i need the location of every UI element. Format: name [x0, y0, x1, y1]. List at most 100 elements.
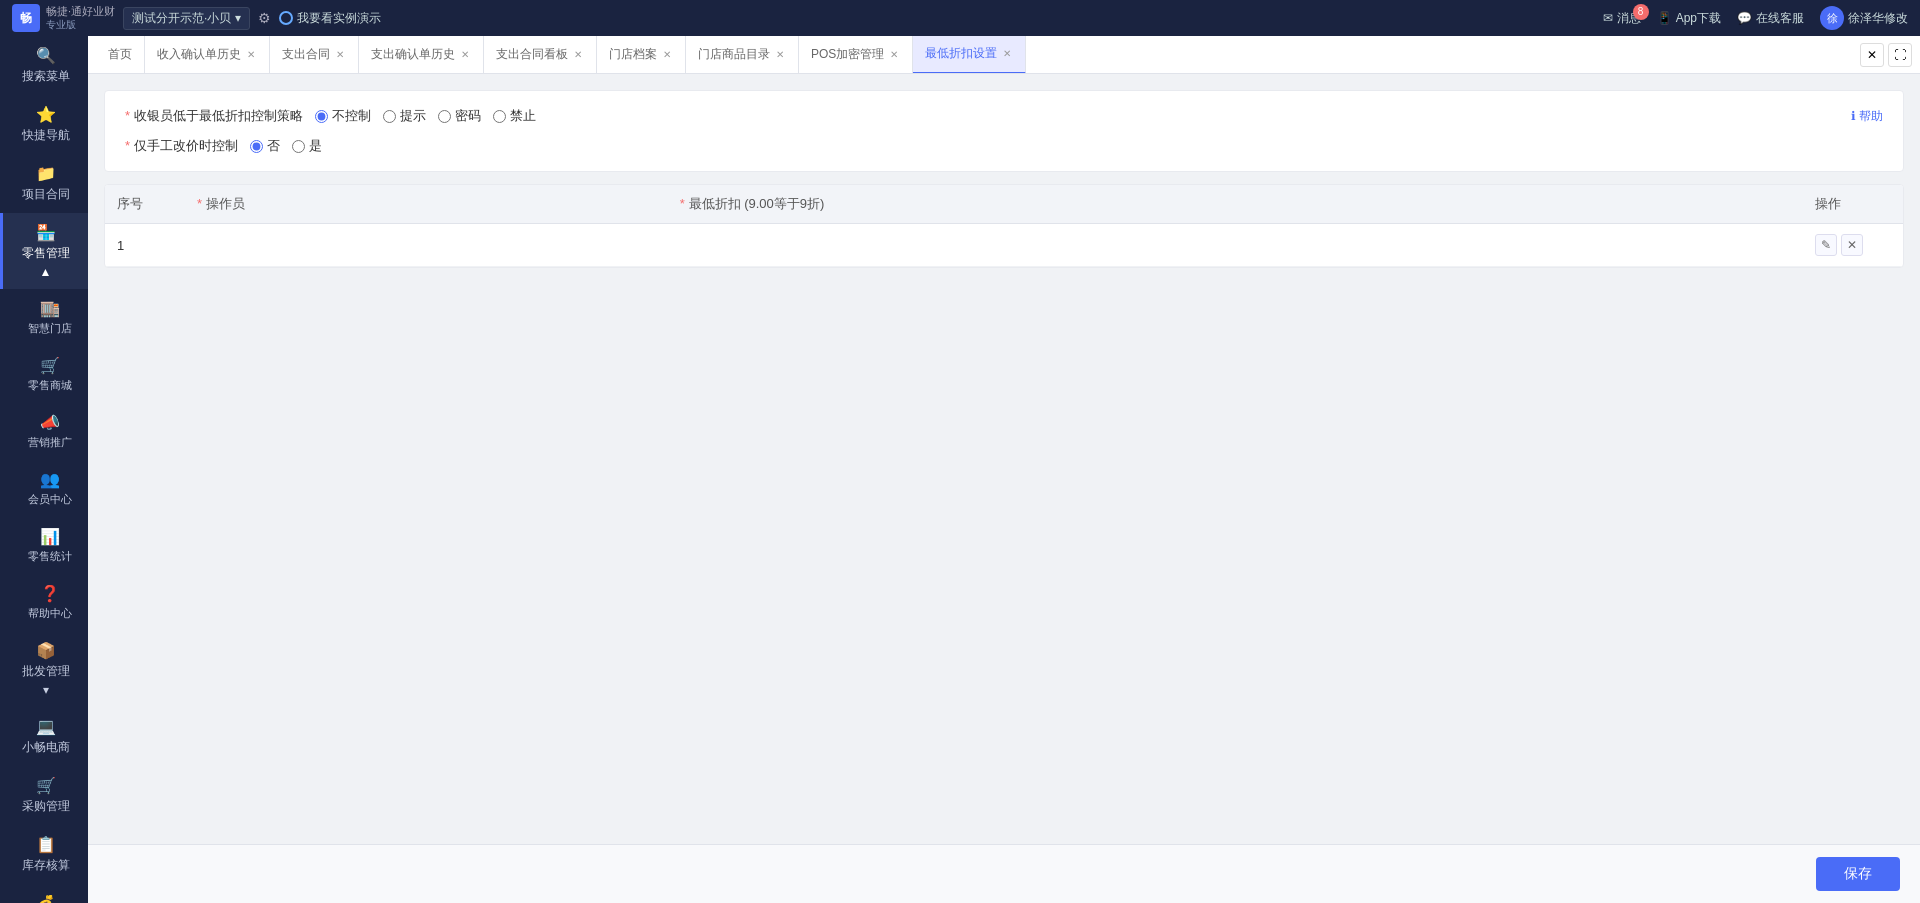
header-right: ✉ 消息 8 📱 App下载 💬 在线客服 徐 徐泽华修改 [1603, 6, 1908, 30]
sidebar-label-batch: 批发管理 [22, 663, 70, 680]
radio-forbidden-input[interactable] [493, 110, 506, 123]
row-delete-btn[interactable]: ✕ [1841, 234, 1863, 256]
sidebar-item-smart-store[interactable]: 🏬 智慧门店 [0, 289, 88, 346]
radio-forbidden[interactable]: 禁止 [493, 107, 536, 125]
service-icon: 💬 [1737, 11, 1752, 25]
cashier-policy-radio-group: 不控制 提示 密码 禁止 [315, 107, 536, 125]
radio-manual-yes-input[interactable] [292, 140, 305, 153]
radio-manual-yes-label: 是 [309, 137, 322, 155]
tab-payment-contract[interactable]: 支出合同 ✕ [270, 36, 359, 74]
help-link-text: 帮助 [1859, 109, 1883, 123]
tab-store-file-close[interactable]: ✕ [661, 48, 673, 61]
sidebar-item-shortcut[interactable]: ⭐ 快捷导航 [0, 95, 88, 154]
radio-manual-yes[interactable]: 是 [292, 137, 322, 155]
sidebar-item-inventory[interactable]: 📋 库存核算 [0, 825, 88, 884]
tab-expand-btn[interactable]: ⛶ [1888, 43, 1912, 67]
tab-income-confirm-close[interactable]: ✕ [245, 48, 257, 61]
tab-min-discount[interactable]: 最低折扣设置 ✕ [913, 36, 1026, 74]
logo-area: 畅 畅捷·通好业财 专业版 [12, 4, 115, 32]
tab-pos-password-label: POS加密管理 [811, 46, 884, 63]
sidebar-item-mall[interactable]: 🛒 零售商城 [0, 346, 88, 403]
tab-min-discount-close[interactable]: ✕ [1001, 47, 1013, 60]
manual-control-radio-group: 否 是 [250, 137, 322, 155]
radio-no-control-label: 不控制 [332, 107, 371, 125]
sidebar-label-inventory: 库存核算 [22, 857, 70, 874]
app-download-btn[interactable]: 📱 App下载 [1657, 10, 1721, 27]
sidebar-item-member[interactable]: 👥 会员中心 [0, 460, 88, 517]
cashier-policy-row: 收银员低于最低折扣控制策略 不控制 提示 密码 [125, 107, 1883, 125]
sidebar-label-ecommerce: 小畅电商 [22, 739, 70, 756]
sidebar-item-finance[interactable]: 💰 资金管理 [0, 884, 88, 903]
user-btn[interactable]: 徐 徐泽华修改 [1820, 6, 1908, 30]
form-section: 收银员低于最低折扣控制策略 不控制 提示 密码 [104, 90, 1904, 172]
project-selector[interactable]: 测试分开示范·小贝 ▾ [123, 7, 250, 30]
avatar: 徐 [1820, 6, 1844, 30]
radio-no-control[interactable]: 不控制 [315, 107, 371, 125]
tab-income-confirm[interactable]: 收入确认单历史 ✕ [145, 36, 270, 74]
project-name: 测试分开示范·小贝 [132, 10, 231, 27]
search-icon: 🔍 [36, 46, 56, 65]
manual-control-label: 仅手工改价时控制 [125, 137, 238, 155]
radio-password-input[interactable] [438, 110, 451, 123]
save-button[interactable]: 保存 [1816, 857, 1900, 891]
tab-bar: 首页 收入确认单历史 ✕ 支出合同 ✕ 支出确认单历史 ✕ 支出合同看板 ✕ 门… [88, 36, 1920, 74]
member-icon: 👥 [40, 470, 60, 489]
cashier-policy-label: 收银员低于最低折扣控制策略 [125, 107, 303, 125]
tab-payment-confirm[interactable]: 支出确认单历史 ✕ [359, 36, 484, 74]
tab-payment-board[interactable]: 支出合同看板 ✕ [484, 36, 597, 74]
purchase-icon: 🛒 [36, 776, 56, 795]
sidebar-item-search[interactable]: 🔍 搜索菜单 [0, 36, 88, 95]
help-link[interactable]: ℹ 帮助 [1851, 108, 1883, 125]
radio-prompt[interactable]: 提示 [383, 107, 426, 125]
demo-link-text: 我要看实例演示 [297, 10, 381, 27]
table-row: 1 ✎ ✕ [105, 224, 1903, 267]
logo-line2: 专业版 [46, 19, 115, 31]
tab-payment-contract-close[interactable]: ✕ [334, 48, 346, 61]
sidebar-item-retail[interactable]: 🏪 零售管理 ▲ [0, 213, 88, 289]
sidebar-label-retail: 零售管理 [22, 245, 70, 262]
tab-pos-password[interactable]: POS加密管理 ✕ [799, 36, 913, 74]
logo-text: 畅捷·通好业财 专业版 [46, 5, 115, 30]
tab-pos-password-close[interactable]: ✕ [888, 48, 900, 61]
radio-prompt-input[interactable] [383, 110, 396, 123]
row-seq: 1 [105, 224, 185, 267]
tab-payment-confirm-label: 支出确认单历史 [371, 46, 455, 63]
sidebar-label-retail-stat: 零售统计 [28, 549, 72, 564]
sidebar-item-batch[interactable]: 📦 批发管理 ▾ [0, 631, 88, 707]
radio-prompt-label: 提示 [400, 107, 426, 125]
sidebar-item-ecommerce[interactable]: 💻 小畅电商 [0, 707, 88, 766]
sidebar-item-help[interactable]: ❓ 帮助中心 [0, 574, 88, 631]
row-actions: ✎ ✕ [1803, 224, 1903, 267]
radio-manual-no[interactable]: 否 [250, 137, 280, 155]
demo-link[interactable]: 我要看实例演示 [279, 10, 381, 27]
radio-no-control-input[interactable] [315, 110, 328, 123]
sidebar-label-shortcut: 快捷导航 [22, 127, 70, 144]
tab-payment-board-close[interactable]: ✕ [572, 48, 584, 61]
inventory-icon: 📋 [36, 835, 56, 854]
sidebar-item-retail-stat[interactable]: 📊 零售统计 [0, 517, 88, 574]
sidebar-item-project[interactable]: 📁 项目合同 [0, 154, 88, 213]
message-btn[interactable]: ✉ 消息 8 [1603, 10, 1641, 27]
sidebar-label-search: 搜索菜单 [22, 68, 70, 85]
tab-store-goods[interactable]: 门店商品目录 ✕ [686, 36, 799, 74]
mall-icon: 🛒 [40, 356, 60, 375]
tab-min-discount-label: 最低折扣设置 [925, 45, 997, 62]
tab-home-label: 首页 [108, 46, 132, 63]
radio-manual-no-input[interactable] [250, 140, 263, 153]
tab-payment-board-label: 支出合同看板 [496, 46, 568, 63]
table-head: 序号 * 操作员 * 最低折扣 (9.00等于9折) 操作 [105, 185, 1903, 224]
row-edit-btn[interactable]: ✎ [1815, 234, 1837, 256]
tab-store-file[interactable]: 门店档案 ✕ [597, 36, 686, 74]
tab-home[interactable]: 首页 [96, 36, 145, 74]
message-badge: 8 [1633, 4, 1649, 20]
tab-store-goods-close[interactable]: ✕ [774, 48, 786, 61]
sidebar-item-marketing[interactable]: 📣 营销推广 [0, 403, 88, 460]
header-settings-icon[interactable]: ⚙ [258, 10, 271, 26]
sidebar-label-marketing: 营销推广 [28, 435, 72, 450]
tab-payment-confirm-close[interactable]: ✕ [459, 48, 471, 61]
online-service-btn[interactable]: 💬 在线客服 [1737, 10, 1804, 27]
tab-close-btn[interactable]: ✕ [1860, 43, 1884, 67]
sidebar-item-purchase[interactable]: 🛒 采购管理 [0, 766, 88, 825]
radio-password[interactable]: 密码 [438, 107, 481, 125]
folder-icon: 📁 [36, 164, 56, 183]
